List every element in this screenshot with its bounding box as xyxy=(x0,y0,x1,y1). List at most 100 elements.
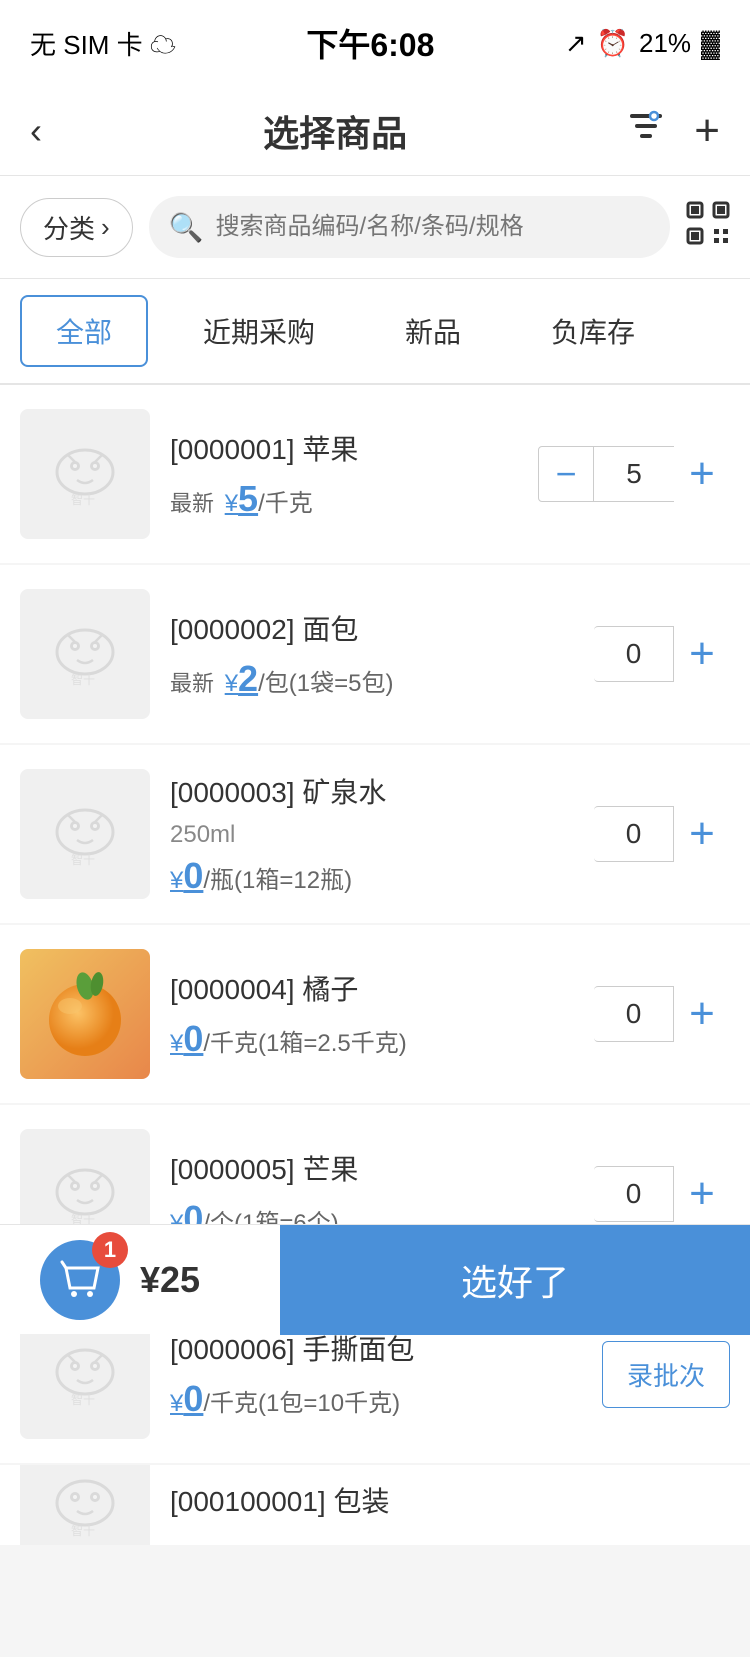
price-prefix: ¥ xyxy=(170,1030,183,1057)
product-image-0000004 xyxy=(20,949,150,1079)
product-item-0000003: 智十 [0000003] 矿泉水 250ml ¥0/瓶(1箱=12瓶) + xyxy=(0,745,750,923)
cart-icon-wrap[interactable]: 1 xyxy=(40,1240,120,1320)
placeholder-icon: 智十 xyxy=(45,794,125,874)
tab-negative-stock[interactable]: 负库存 xyxy=(516,296,670,366)
qty-input-0000001[interactable] xyxy=(594,446,674,502)
placeholder-icon: 智十 xyxy=(45,1465,125,1545)
price-prefix: ¥ xyxy=(170,1390,183,1417)
chevron-right-icon: › xyxy=(101,212,110,243)
price-prefix: ¥ xyxy=(170,867,183,894)
qty-control-0000004: + xyxy=(594,986,730,1042)
qty-plus-button-0000005[interactable]: + xyxy=(674,1166,730,1222)
product-image-0000002: 智十 xyxy=(20,589,150,719)
price-value: 5 xyxy=(238,478,258,519)
price-unit: /千克(1箱=2.5千克) xyxy=(203,1030,406,1057)
product-spec-0000003: 250ml xyxy=(170,821,574,849)
tab-row: 全部 近期采购 新品 负库存 xyxy=(0,279,750,385)
product-info-0000006: [0000006] 手撕面包 ¥0/千克(1包=10千克) xyxy=(150,1328,602,1420)
nav-bar: ‹ 选择商品 + xyxy=(0,86,750,176)
product-list: 智十 [0000001] 苹果 最新 ¥5/千克 − + xyxy=(0,385,750,1545)
qty-plus-button-0000003[interactable]: + xyxy=(674,806,730,862)
product-image-0000001: 智十 xyxy=(20,409,150,539)
svg-text:智十: 智十 xyxy=(71,852,95,867)
price-value: 0 xyxy=(183,855,203,896)
status-left: 无 SIM 卡 ☁ xyxy=(30,25,176,62)
price-value: 2 xyxy=(238,658,258,699)
cart-icon xyxy=(58,1258,102,1302)
qty-input-0000002[interactable] xyxy=(594,626,674,682)
qty-input-0000005[interactable] xyxy=(594,1166,674,1222)
back-button[interactable]: ‹ xyxy=(30,110,42,152)
orange-illustration xyxy=(35,964,135,1064)
tab-new-product[interactable]: 新品 xyxy=(370,296,496,366)
qty-control-0000001: − + xyxy=(538,446,730,502)
product-price-0000002: 最新 ¥2/包(1袋=5包) xyxy=(170,658,574,700)
product-price-0000003: ¥0/瓶(1箱=12瓶) xyxy=(170,855,574,897)
latest-label: 最新 xyxy=(170,491,214,516)
product-name-0000003: [0000003] 矿泉水 xyxy=(170,771,574,811)
latest-label: 最新 xyxy=(170,671,214,696)
product-price-0000006: ¥0/千克(1包=10千克) xyxy=(170,1378,582,1420)
product-item-000100001: 智十 [000100001] 包装 xyxy=(0,1465,750,1545)
add-button[interactable]: + xyxy=(694,106,720,156)
product-image-0000003: 智十 xyxy=(20,769,150,899)
product-info-0000001: [0000001] 苹果 最新 ¥5/千克 xyxy=(150,428,538,520)
nav-left: ‹ xyxy=(30,110,42,152)
scan-button[interactable] xyxy=(686,201,730,254)
category-button[interactable]: 分类 › xyxy=(20,198,133,257)
confirm-button[interactable]: 选好了 xyxy=(280,1225,750,1335)
price-unit: /千克 xyxy=(258,490,313,517)
qty-plus-button-0000001[interactable]: + xyxy=(674,446,730,502)
svg-text:智十: 智十 xyxy=(71,672,95,687)
cart-badge: 1 xyxy=(92,1232,128,1268)
tab-all[interactable]: 全部 xyxy=(20,295,148,367)
cart-area: 1 ¥25 xyxy=(0,1240,280,1320)
svg-text:智十: 智十 xyxy=(71,1523,95,1538)
placeholder-icon: 智十 xyxy=(45,434,125,514)
page-title: 选择商品 xyxy=(263,105,407,157)
tab-recent-purchase[interactable]: 近期采购 xyxy=(168,296,350,366)
qty-plus-button-0000004[interactable]: + xyxy=(674,986,730,1042)
product-info-0000002: [0000002] 面包 最新 ¥2/包(1袋=5包) xyxy=(150,608,594,700)
alarm-icon: ⏰ xyxy=(597,28,629,59)
product-name-000100001: [000100001] 包装 xyxy=(170,1480,710,1520)
price-value: 0 xyxy=(183,1378,203,1419)
product-item-0000004: [0000004] 橘子 ¥0/千克(1箱=2.5千克) + xyxy=(0,925,750,1103)
search-icon: 🔍 xyxy=(169,211,204,244)
placeholder-icon: 智十 xyxy=(45,1334,125,1414)
status-time: 下午6:08 xyxy=(306,20,434,66)
filter-search-row: 分类 › 🔍 xyxy=(0,176,750,279)
product-name-0000002: [0000002] 面包 xyxy=(170,608,574,648)
qty-input-0000003[interactable] xyxy=(594,806,674,862)
qty-plus-button-0000002[interactable]: + xyxy=(674,626,730,682)
placeholder-icon: 智十 xyxy=(45,1154,125,1234)
battery-status: 21% xyxy=(639,28,691,59)
price-unit: /包(1袋=5包) xyxy=(258,670,393,697)
qty-control-0000003: + xyxy=(594,806,730,862)
price-prefix: ¥ xyxy=(225,670,238,697)
qty-control-0000002: + xyxy=(594,626,730,682)
search-box: 🔍 xyxy=(149,196,670,258)
product-name-0000005: [0000005] 芒果 xyxy=(170,1148,574,1188)
filter-button[interactable] xyxy=(628,108,664,153)
svg-text:智十: 智十 xyxy=(71,1392,95,1407)
nav-right: + xyxy=(628,106,720,156)
qty-control-0000005: + xyxy=(594,1166,730,1222)
product-price-0000004: ¥0/千克(1箱=2.5千克) xyxy=(170,1018,574,1060)
placeholder-icon: 智十 xyxy=(45,614,125,694)
status-right: ↗ ⏰ 21% ▓ xyxy=(565,28,720,59)
batch-button-0000006[interactable]: 录批次 xyxy=(602,1341,730,1408)
product-item-0000001: 智十 [0000001] 苹果 最新 ¥5/千克 − + xyxy=(0,385,750,563)
cart-total: ¥25 xyxy=(140,1259,200,1301)
bottom-bar: 1 ¥25 选好了 xyxy=(0,1224,750,1334)
search-input[interactable] xyxy=(216,213,650,241)
qty-minus-button-0000001[interactable]: − xyxy=(538,446,594,502)
price-unit: /瓶(1箱=12瓶) xyxy=(203,867,352,894)
product-info-0000003: [0000003] 矿泉水 250ml ¥0/瓶(1箱=12瓶) xyxy=(150,771,594,897)
qty-control-0000006: 录批次 xyxy=(602,1341,730,1408)
battery-icon: ▓ xyxy=(701,28,720,59)
qty-input-0000004[interactable] xyxy=(594,986,674,1042)
status-bar: 无 SIM 卡 ☁ 下午6:08 ↗ ⏰ 21% ▓ xyxy=(0,0,750,86)
product-name-0000006: [0000006] 手撕面包 xyxy=(170,1328,582,1368)
product-image-000100001: 智十 xyxy=(20,1465,150,1545)
